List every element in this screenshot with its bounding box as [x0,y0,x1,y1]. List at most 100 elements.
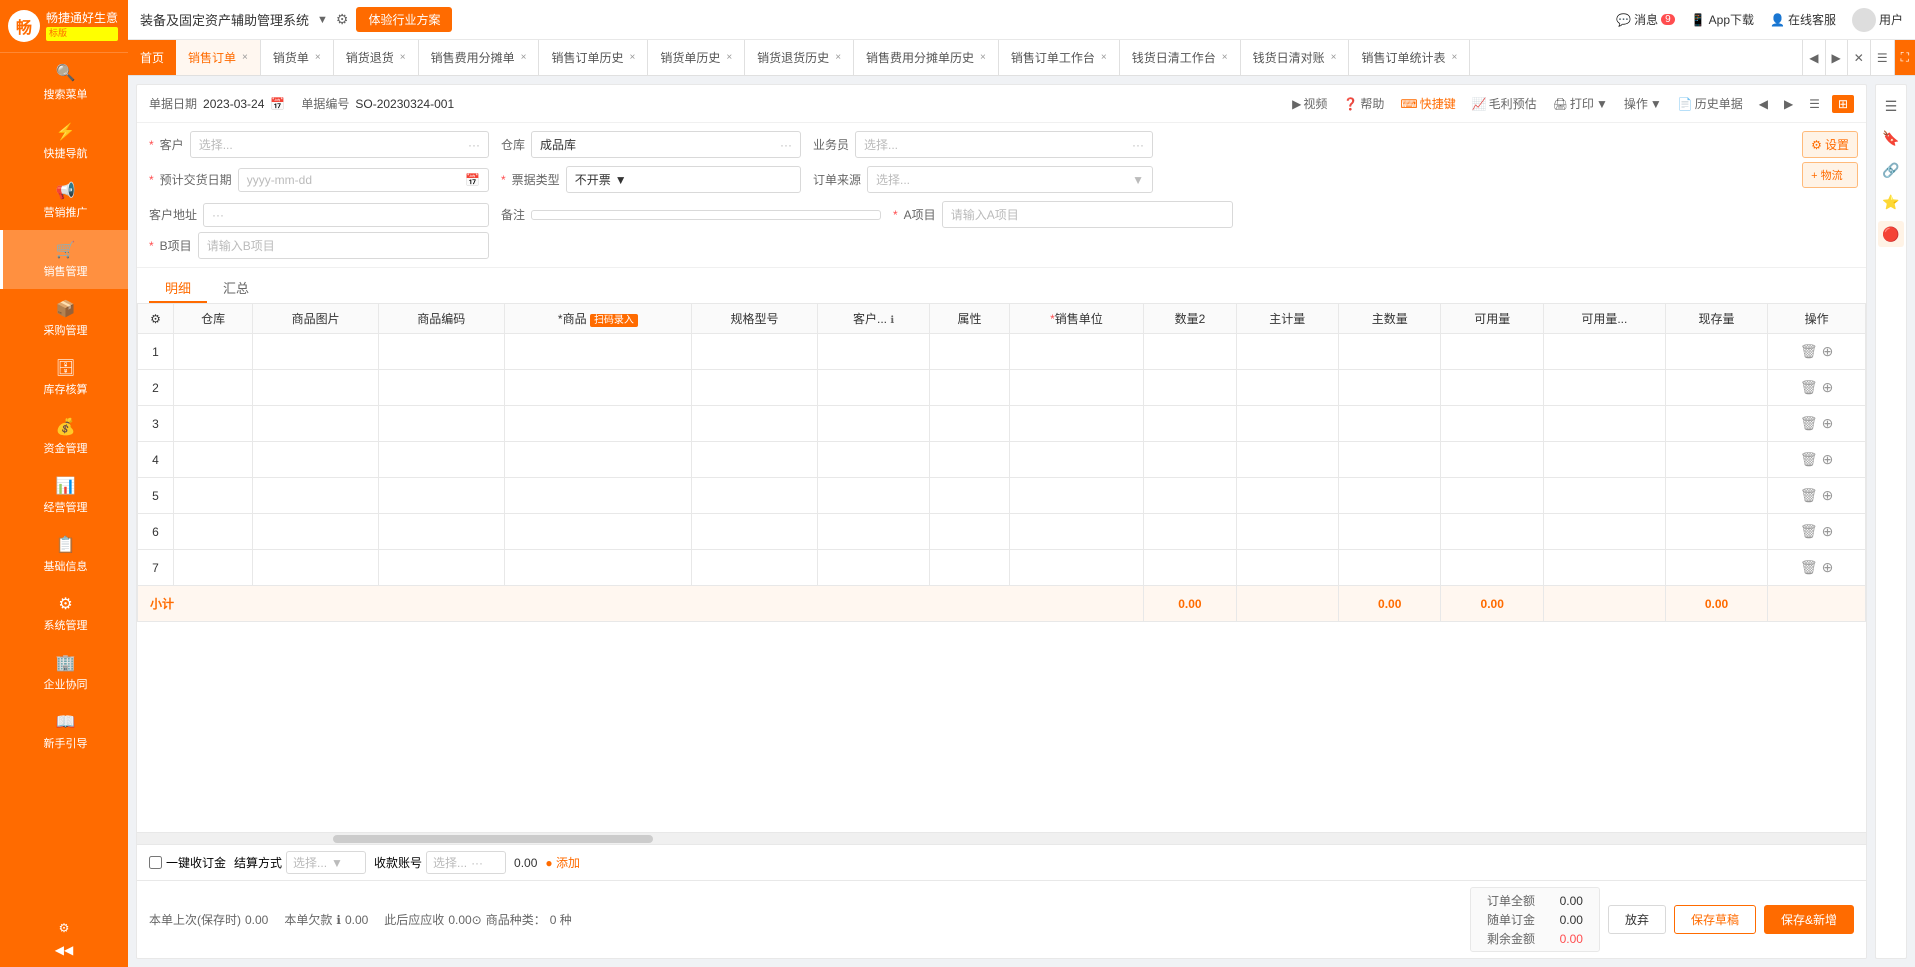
sidebar-item-guide[interactable]: 📖 新手引导 [0,702,128,761]
row-1-attr[interactable] [930,334,1009,370]
side-panel-list-icon[interactable]: ☰ [1878,93,1904,119]
copy-icon[interactable]: ⊕ [1822,487,1834,504]
tab-sales-order[interactable]: 销售订单 × [176,40,261,76]
sidebar-item-basic-info[interactable]: 📋 基础信息 [0,525,128,584]
add-logistics-button[interactable]: + 物流 [1802,162,1858,188]
sidebar-item-operation[interactable]: 📊 经营管理 [0,466,128,525]
delete-icon[interactable]: 🗑 [1800,559,1818,576]
a-project-input[interactable]: 请输入A项目 [942,201,1233,228]
tab-sales-return-history-close[interactable]: × [835,52,841,63]
customer-input[interactable]: 选择... ··· [190,131,489,158]
sidebar-collapse[interactable]: ◀◀ [55,943,73,957]
tab-sales-return[interactable]: 销货退货 × [334,40,419,76]
horizontal-scrollbar[interactable] [137,832,1866,844]
shortcut-button[interactable]: ⌨ 快捷键 [1396,93,1459,114]
tab-sales-expense[interactable]: 销售费用分摊单 × [419,40,540,76]
customer-address-input[interactable]: ··· [203,203,489,227]
side-panel-active-icon[interactable]: 🔴 [1878,221,1904,247]
one-click-order-input[interactable] [149,856,162,869]
side-panel-star-icon[interactable]: ⭐ [1878,189,1904,215]
list-view-button[interactable]: ☰ [1805,95,1824,113]
grid-view-button[interactable]: ⊞ [1832,95,1854,113]
row-1-spec[interactable] [692,334,818,370]
add-payment-button[interactable]: ● 添加 [545,854,580,871]
tab-sales-order-history[interactable]: 销售订单历史 × [539,40,648,76]
topbar-app-download[interactable]: 📱 App下载 [1691,11,1754,28]
operate-button[interactable]: 操作 ▼ [1620,93,1666,114]
order-source-input[interactable]: 选择... ▼ [867,166,1153,193]
tab-sales-invoice-close[interactable]: × [315,52,321,63]
tab-sales-invoice-history-close[interactable]: × [726,52,732,63]
row-1-main-qty[interactable] [1338,334,1440,370]
topbar-online-support[interactable]: 👤 在线客服 [1770,11,1836,28]
sidebar-item-inventory[interactable]: 🗄 库存核算 [0,348,128,407]
topbar-message[interactable]: 💬 消息 9 [1616,11,1675,28]
th-settings[interactable]: ⚙ [138,304,174,334]
tabs-menu-button[interactable]: ☰ [1870,40,1894,76]
topbar-user[interactable]: 用户 [1852,8,1903,32]
salesperson-input[interactable]: 选择... ··· [855,131,1153,158]
tabs-next-button[interactable]: ▶ [1825,40,1847,76]
side-panel-link-icon[interactable]: 🔗 [1878,157,1904,183]
tab-cash-workbench-close[interactable]: × [1222,52,1228,63]
tab-cash-reconcile[interactable]: 钱货日清对账 × [1241,40,1350,76]
row-1-stock[interactable] [1665,334,1767,370]
industry-solution-button[interactable]: 体验行业方案 [356,7,452,32]
tab-sales-expense-history-close[interactable]: × [980,52,986,63]
row-1-available2[interactable] [1543,334,1665,370]
copy-icon[interactable]: ⊕ [1822,523,1834,540]
tab-sales-invoice-history[interactable]: 销货单历史 × [648,40,745,76]
warehouse-input[interactable]: 成品库 ··· [531,131,801,158]
row-1-available[interactable] [1441,334,1543,370]
info-icon[interactable]: ℹ [890,315,894,326]
row-1-qty2[interactable] [1144,334,1236,370]
sidebar-item-sales[interactable]: 🛒 销售管理 [0,230,128,289]
scan-badge[interactable]: 扫码录入 [590,314,638,327]
tab-sales-expense-history[interactable]: 销售费用分摊单历史 × [854,40,999,76]
save-draft-button[interactable]: 保存草稿 [1674,905,1756,934]
tabs-fullscreen-button[interactable]: ⛶ [1894,40,1915,76]
tab-cash-reconcile-close[interactable]: × [1331,52,1337,63]
settings-button[interactable]: ⚙ 设置 [1802,131,1858,158]
save-new-button[interactable]: 保存&新增 [1764,905,1854,934]
calendar-icon[interactable]: 📅 [270,97,285,111]
sidebar-item-finance[interactable]: 💰 资金管理 [0,407,128,466]
info-icon-order[interactable]: ℹ [336,913,341,927]
sidebar-item-search[interactable]: 🔍 搜索菜单 [0,53,128,112]
copy-icon[interactable]: ⊕ [1822,559,1834,576]
invoice-type-select[interactable]: 不开票 ▼ [566,166,801,193]
row-1-product[interactable] [504,334,692,370]
note-input[interactable] [531,210,881,220]
tab-sales-workbench-close[interactable]: × [1101,52,1107,63]
sidebar-item-system[interactable]: ⚙ 系统管理 [0,584,128,643]
delete-icon[interactable]: 🗑 [1800,343,1818,360]
row-1-image[interactable] [253,334,379,370]
sidebar-settings[interactable]: ⚙ [59,921,70,935]
tab-sales-stats[interactable]: 销售订单统计表 × [1349,40,1470,76]
delete-icon[interactable]: 🗑 [1800,415,1818,432]
sidebar-item-purchase[interactable]: 📦 采购管理 [0,289,128,348]
topbar-dropdown[interactable]: ▼ [317,14,328,26]
tab-sales-workbench[interactable]: 销售订单工作台 × [999,40,1120,76]
nav-prev-button[interactable]: ◀ [1755,95,1772,113]
discard-button[interactable]: 放弃 [1608,905,1666,934]
copy-icon[interactable]: ⊕ [1822,379,1834,396]
delivery-date-input[interactable]: yyyy-mm-dd 📅 [238,168,489,192]
scroll-thumb[interactable] [333,835,653,843]
profit-button[interactable]: 📈 毛利预估 [1468,93,1541,114]
tab-sales-stats-close[interactable]: × [1451,52,1457,63]
tab-sales-return-close[interactable]: × [400,52,406,63]
tab-sales-order-history-close[interactable]: × [629,52,635,63]
b-project-input[interactable]: 请输入B项目 [198,232,489,259]
delete-icon[interactable]: 🗑 [1800,523,1818,540]
row-1-main-unit[interactable] [1236,334,1338,370]
tab-sales-return-history[interactable]: 销货退货历史 × [745,40,854,76]
side-panel-bookmark-icon[interactable]: 🔖 [1878,125,1904,151]
nav-next-button[interactable]: ▶ [1780,95,1797,113]
row-1-code[interactable] [378,334,504,370]
tab-sales-expense-close[interactable]: × [521,52,527,63]
sidebar-item-quick-nav[interactable]: ⚡ 快捷导航 [0,112,128,171]
copy-icon[interactable]: ⊕ [1822,415,1834,432]
delete-icon[interactable]: 🗑 [1800,451,1818,468]
tab-cash-workbench[interactable]: 钱货日清工作台 × [1120,40,1241,76]
